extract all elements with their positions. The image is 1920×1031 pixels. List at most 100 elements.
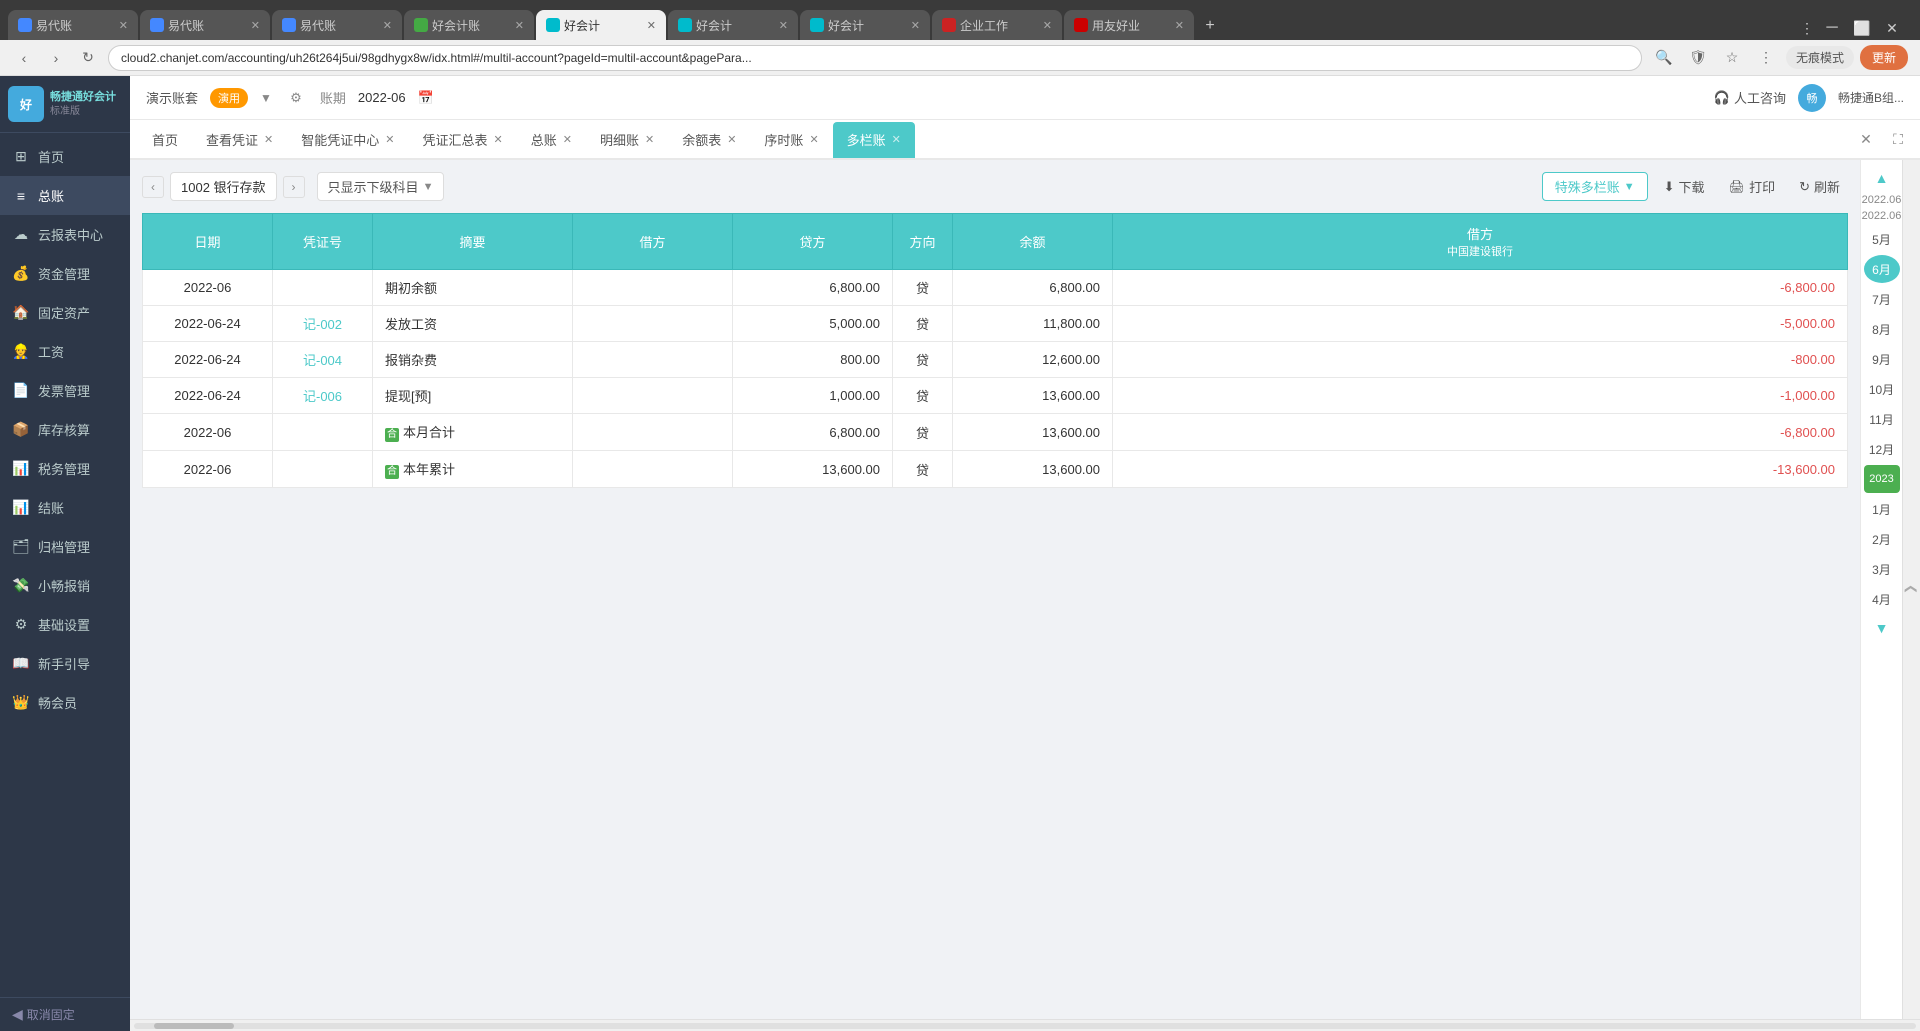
maximize-button[interactable]: ⬜: [1850, 16, 1874, 40]
browser-tab-t7[interactable]: 好会计✕: [800, 10, 930, 40]
browser-tab-t5[interactable]: 好会计✕: [536, 10, 666, 40]
cal-month-12月[interactable]: 12月: [1864, 435, 1900, 463]
tab-close-button[interactable]: ✕: [1043, 19, 1052, 32]
sidebar-item-归档管理[interactable]: 🗂归档管理: [0, 527, 130, 566]
sidebar-item-畅会员[interactable]: 👑畅会员: [0, 683, 130, 722]
calendar-up-button[interactable]: ▲: [1868, 164, 1896, 192]
browser-menu-button[interactable]: ⋮: [1752, 44, 1780, 72]
horizontal-scrollbar[interactable]: [130, 1019, 1920, 1031]
browser-tab-t1[interactable]: 易代账✕: [8, 10, 138, 40]
cal-month-2023-2月[interactable]: 2月: [1864, 525, 1900, 553]
page-tab-明细账[interactable]: 明细账✕: [586, 122, 668, 159]
page-tab-序时账[interactable]: 序时账✕: [750, 122, 832, 159]
cal-month-9月[interactable]: 9月: [1864, 345, 1900, 373]
cal-month-5月[interactable]: 5月: [1864, 225, 1900, 253]
browser-tab-t2[interactable]: 易代账✕: [140, 10, 270, 40]
search-browser-button[interactable]: 🔍: [1650, 44, 1678, 72]
sidebar-item-税务管理[interactable]: 📊税务管理: [0, 449, 130, 488]
voucher-link[interactable]: 记-002: [303, 317, 342, 332]
page-tab-智能凭证中心[interactable]: 智能凭证中心✕: [287, 122, 408, 159]
page-tab-close[interactable]: ✕: [264, 133, 273, 146]
cal-month-11月[interactable]: 11月: [1864, 405, 1900, 433]
tab-close-button[interactable]: ✕: [647, 19, 656, 32]
sidebar-item-云报表中心[interactable]: ☁云报表中心: [0, 215, 130, 254]
no-trace-button[interactable]: 无痕模式: [1786, 46, 1854, 69]
tab-close-button[interactable]: ✕: [1175, 19, 1184, 32]
scrollbar-thumb[interactable]: [154, 1023, 234, 1029]
close-button[interactable]: ✕: [1880, 16, 1904, 40]
special-ledger-button[interactable]: 特殊多栏账 ▼: [1542, 172, 1648, 201]
sidebar-item-总账[interactable]: ≡总账: [0, 176, 130, 215]
page-tab-close[interactable]: ✕: [727, 133, 736, 146]
browser-tab-t9[interactable]: 用友好业✕: [1064, 10, 1194, 40]
sidebar-item-资金管理[interactable]: 💰资金管理: [0, 254, 130, 293]
print-button[interactable]: 🖨打印: [1721, 173, 1784, 200]
page-tab-close[interactable]: ✕: [563, 133, 572, 146]
sub-account-filter[interactable]: 只显示下级科目 ▼: [317, 172, 445, 201]
voucher-link[interactable]: 记-004: [303, 353, 342, 368]
new-tab-button[interactable]: +: [1196, 12, 1224, 40]
page-tab-查看凭证[interactable]: 查看凭证✕: [192, 122, 287, 159]
sidebar-item-工资[interactable]: 👷工资: [0, 332, 130, 371]
page-tab-凭证汇总表[interactable]: 凭证汇总表✕: [408, 122, 516, 159]
cal-month-7月[interactable]: 7月: [1864, 285, 1900, 313]
sidebar-item-结账[interactable]: 📊结账: [0, 488, 130, 527]
voucher-link[interactable]: 记-006: [303, 389, 342, 404]
page-tab-close[interactable]: ✕: [494, 133, 503, 146]
refresh-ledger-button[interactable]: ↻刷新: [1791, 173, 1848, 200]
browser-tab-t8[interactable]: 企业工作✕: [932, 10, 1062, 40]
sidebar-item-库存核算[interactable]: 📦库存核算: [0, 410, 130, 449]
prev-account-button[interactable]: ‹: [142, 176, 164, 198]
page-tab-close[interactable]: ✕: [892, 133, 901, 146]
cell-date: 2022-06: [143, 451, 273, 488]
cal-month-10月[interactable]: 10月: [1864, 375, 1900, 403]
address-input[interactable]: [108, 45, 1642, 71]
next-account-button[interactable]: ›: [283, 176, 305, 198]
page-tab-close[interactable]: ✕: [809, 133, 818, 146]
tab-close-button[interactable]: ✕: [515, 19, 524, 32]
minimize-button[interactable]: ─: [1820, 16, 1844, 40]
cal-month-2023-3月[interactable]: 3月: [1864, 555, 1900, 583]
sidebar-item-首页[interactable]: ⊞首页: [0, 137, 130, 176]
browser-tab-t6[interactable]: 好会计✕: [668, 10, 798, 40]
tab-list-button[interactable]: ⋮: [1800, 20, 1814, 37]
expand-tab-panel-button[interactable]: ⛶: [1884, 125, 1912, 153]
settings-button[interactable]: ⚙: [284, 86, 308, 110]
calendar-icon[interactable]: 📅: [418, 90, 434, 106]
sidebar-item-固定资产[interactable]: 🏠固定资产: [0, 293, 130, 332]
cal-month-8月[interactable]: 8月: [1864, 315, 1900, 343]
page-tab-余额表[interactable]: 余额表✕: [668, 122, 750, 159]
update-button[interactable]: 更新: [1860, 45, 1908, 70]
dropdown-arrow[interactable]: ▼: [260, 91, 272, 105]
account-selector[interactable]: 1002 银行存款: [170, 172, 277, 201]
sidebar-item-发票管理[interactable]: 📄发票管理: [0, 371, 130, 410]
tab-close-button[interactable]: ✕: [383, 19, 392, 32]
cal-month-6月[interactable]: 6月: [1864, 255, 1900, 283]
sidebar-footer-pin[interactable]: ◀ 取消固定: [0, 997, 130, 1031]
sidebar-item-新手引导[interactable]: 📖新手引导: [0, 644, 130, 683]
calendar-down-button[interactable]: ▼: [1868, 614, 1896, 642]
bookmark-button[interactable]: ☆: [1718, 44, 1746, 72]
refresh-browser-button[interactable]: ↻: [76, 46, 100, 70]
browser-tab-t3[interactable]: 易代账✕: [272, 10, 402, 40]
tab-close-button[interactable]: ✕: [779, 19, 788, 32]
tab-close-button[interactable]: ✕: [119, 19, 128, 32]
forward-button[interactable]: ›: [44, 46, 68, 70]
download-button[interactable]: ⬇下载: [1656, 173, 1713, 200]
page-tab-总账[interactable]: 总账✕: [517, 122, 586, 159]
sidebar-item-小畅报销[interactable]: 💸小畅报销: [0, 566, 130, 605]
page-tab-多栏账[interactable]: 多栏账✕: [833, 122, 915, 159]
back-button[interactable]: ‹: [12, 46, 36, 70]
tab-close-button[interactable]: ✕: [251, 19, 260, 32]
sidebar-item-基础设置[interactable]: ⚙基础设置: [0, 605, 130, 644]
page-tab-close[interactable]: ✕: [645, 133, 654, 146]
tab-close-button[interactable]: ✕: [911, 19, 920, 32]
collapse-panel-button[interactable]: ❮: [1905, 584, 1919, 594]
ai-consult-button[interactable]: 🎧 人工咨询: [1714, 88, 1786, 107]
collapse-tab-panel-button[interactable]: ✕: [1852, 125, 1880, 153]
page-tab-close[interactable]: ✕: [385, 133, 394, 146]
cal-month-2023-1月[interactable]: 1月: [1864, 495, 1900, 523]
browser-tab-t4[interactable]: 好会计账✕: [404, 10, 534, 40]
cal-month-2023-4月[interactable]: 4月: [1864, 585, 1900, 613]
page-tab-首页[interactable]: 首页: [138, 122, 192, 159]
